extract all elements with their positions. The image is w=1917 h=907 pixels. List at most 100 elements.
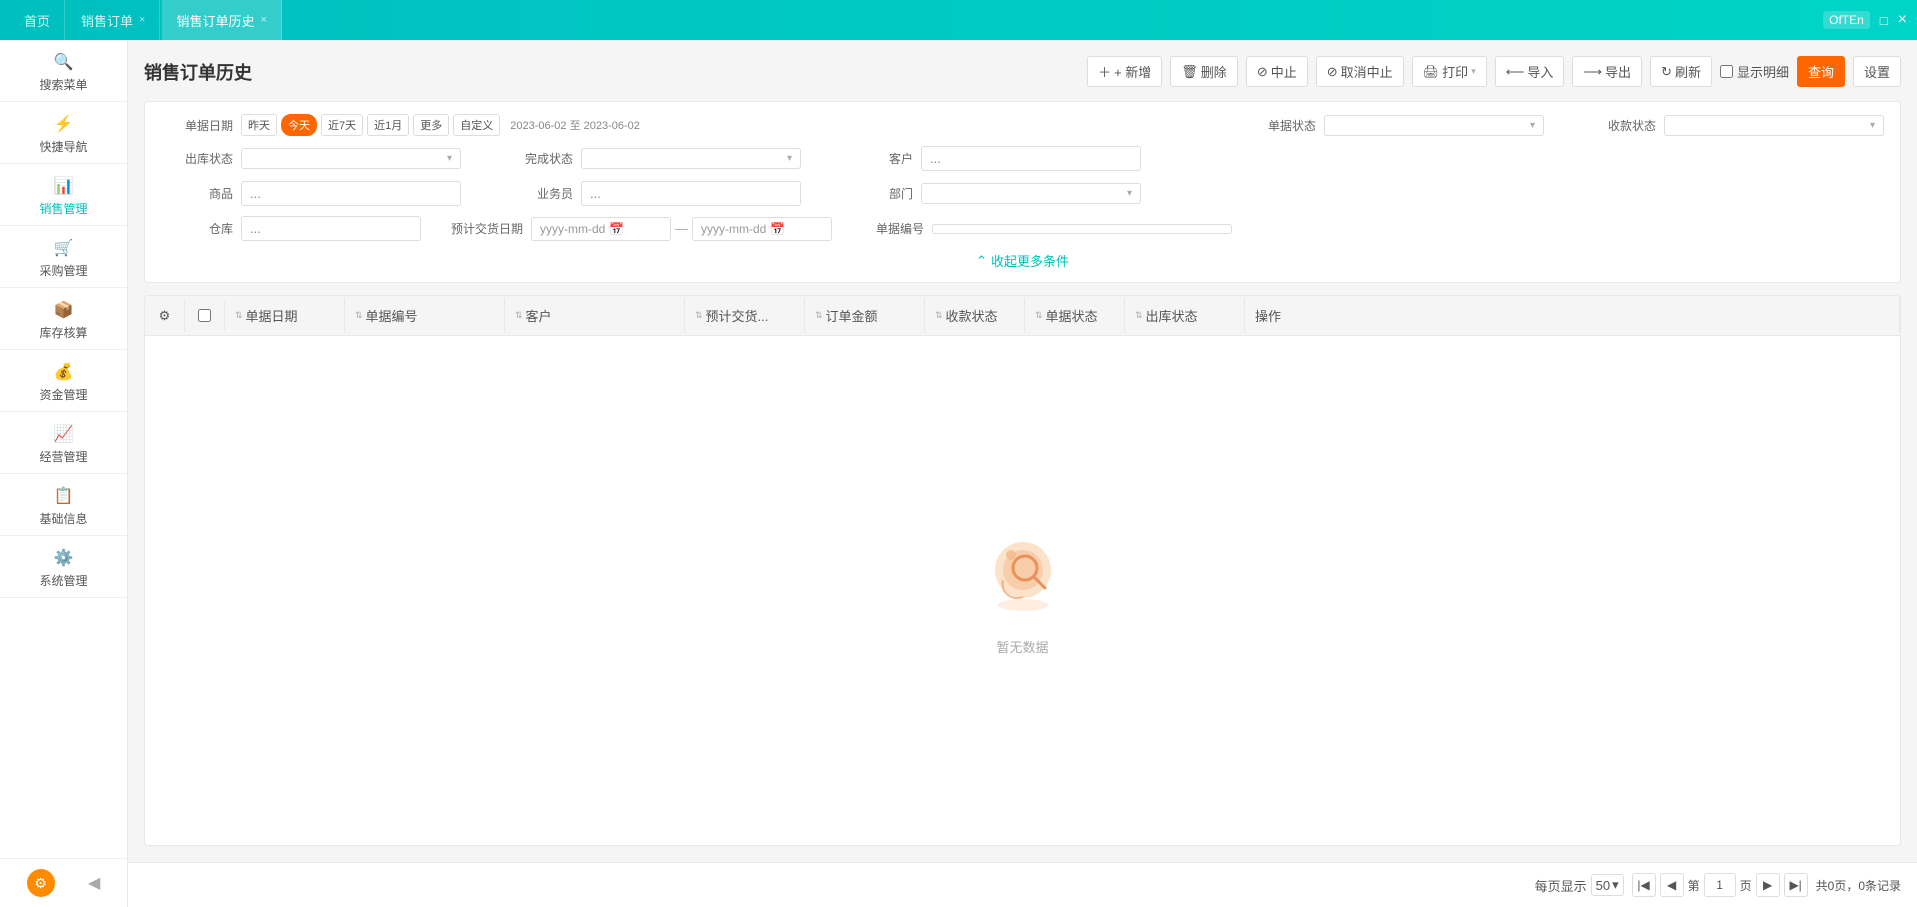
salesman-field[interactable]: ... [581,181,801,206]
date-btn-7days[interactable]: 近7天 [321,114,363,136]
th-order-status-sort[interactable]: ⇅ [1035,310,1043,321]
th-delivery: ⇅ 预计交货... [685,298,805,333]
sidebar-item-sys-mgmt[interactable]: ⚙️ 系统管理 [0,536,127,598]
th-customer: ⇅ 客户 [505,298,685,333]
delivery-date-start-text: yyyy-mm-dd [540,222,605,236]
page-input[interactable] [1704,873,1736,897]
sidebar-item-inventory[interactable]: 📦 库存核算 [0,288,127,350]
export-icon: ⟶ [1583,64,1602,80]
import-button[interactable]: ⟵ 导入 [1495,56,1565,87]
display-detail-label: 显示明细 [1737,62,1789,81]
sidebar-item-operation-mgmt[interactable]: 📈 经营管理 [0,412,127,474]
stop-button[interactable]: ⊘ 中止 [1246,56,1308,87]
settings-button[interactable]: 设置 [1853,56,1901,87]
customer-field[interactable]: ... [921,146,1141,171]
refresh-label: 刷新 [1675,62,1701,81]
collapse-bar[interactable]: ⌃ 收起更多条件 [161,251,1884,270]
tab-sales-order-close[interactable]: × [139,14,145,26]
out-status-select[interactable]: ▾ [241,148,461,169]
display-detail-checkbox[interactable] [1720,65,1733,78]
content-area: 销售订单历史 ＋ + 新增 🗑 删除 ⊘ 中止 ⊘ [128,40,1917,907]
sidebar-item-basic-info[interactable]: 📋 基础信息 [0,474,127,536]
top-bar: 首页 销售订单 × 销售订单历史 × OfTEn □ × [0,0,1917,40]
last-page-button[interactable]: ▶| [1784,873,1808,897]
tab-sales-order[interactable]: 销售订单 × [67,0,160,40]
complete-status-select[interactable]: ▾ [581,148,801,169]
sidebar-item-search-menu[interactable]: 🔍 搜索菜单 [0,40,127,102]
date-field: 昨天 今天 近7天 近1月 更多 自定义 2023-06-02 至 2023-0… [241,114,1204,136]
settings-label: 设置 [1864,62,1890,81]
per-page-section: 每页显示 50 ▾ [1535,874,1624,896]
th-amount-sort[interactable]: ⇅ [815,310,823,321]
sidebar-settings-icon[interactable]: ⚙ [27,869,55,897]
tab-sales-order-history[interactable]: 销售订单历史 × [162,0,281,40]
sidebar-item-purchase-mgmt-label: 采购管理 [39,262,87,279]
tab-sales-order-history-label: 销售订单历史 [176,11,254,30]
receipt-status-select[interactable]: ▾ [1664,115,1884,136]
new-button[interactable]: ＋ + 新增 [1087,56,1162,87]
date-btn-yesterday[interactable]: 昨天 [241,114,277,136]
th-delivery-status: ⇅ 出库状态 [1125,298,1245,333]
sys-mgmt-icon: ⚙️ [54,548,74,568]
window-close[interactable]: × [1898,11,1907,29]
sidebar-item-capital-mgmt[interactable]: 💰 资金管理 [0,350,127,412]
date-btn-today[interactable]: 今天 [281,114,317,136]
table-header: ⚙ ⇅ 单据日期 ⇅ 单据编号 ⇅ 客户 [145,296,1900,336]
cancel-stop-button[interactable]: ⊘ 取消中止 [1316,56,1404,87]
purchase-mgmt-icon: 🛒 [54,238,74,258]
delete-button[interactable]: 🗑 删除 [1170,56,1238,87]
select-all-checkbox[interactable] [198,309,211,322]
th-delivery-status-sort[interactable]: ⇅ [1135,310,1143,321]
sidebar-item-purchase-mgmt[interactable]: 🛒 采购管理 [0,226,127,288]
tab-sales-order-history-close[interactable]: × [260,14,266,26]
delivery-date-start[interactable]: yyyy-mm-dd 📅 [531,217,671,241]
next-page-button[interactable]: ▶ [1756,873,1780,897]
per-page-label: 每页显示 [1535,876,1587,895]
refresh-icon: ↻ [1661,64,1672,80]
first-page-button[interactable]: |◀ [1632,873,1656,897]
page-label: 页 [1740,877,1752,894]
th-checkbox[interactable] [185,301,225,330]
goods-field[interactable]: ... [241,181,461,206]
window-restore[interactable]: □ [1880,13,1888,28]
order-status-select[interactable]: ▾ [1324,115,1544,136]
th-delivery-sort[interactable]: ⇅ [695,310,703,321]
sidebar-item-quick-nav[interactable]: ⚡ 快捷导航 [0,102,127,164]
print-arrow: ▾ [1471,66,1476,77]
delivery-date-end[interactable]: yyyy-mm-dd 📅 [692,217,832,241]
display-detail-check[interactable]: 显示明细 [1720,62,1789,81]
per-page-arrow: ▾ [1612,877,1619,893]
th-settings[interactable]: ⚙ [145,300,185,332]
print-button[interactable]: 🖨 打印 ▾ [1412,56,1487,87]
dept-label: 部门 [841,185,921,202]
th-settings-icon: ⚙ [159,308,171,324]
th-no-sort[interactable]: ⇅ [355,310,363,321]
th-order-status-label: 单据状态 [1046,306,1098,325]
date-btn-1month[interactable]: 近1月 [367,114,409,136]
date-btn-custom[interactable]: 自定义 [453,114,500,136]
sidebar-collapse-icon[interactable]: ◀ [88,873,100,893]
query-button[interactable]: 查询 [1797,56,1845,87]
tab-home[interactable]: 首页 [10,0,65,40]
export-button[interactable]: ⟶ 导出 [1572,56,1642,87]
th-customer-sort[interactable]: ⇅ [515,310,523,321]
refresh-button[interactable]: ↻ 刷新 [1650,56,1712,87]
sidebar-item-operation-mgmt-label: 经营管理 [39,448,87,465]
per-page-select[interactable]: 50 ▾ [1591,874,1624,896]
dept-select[interactable]: ▾ [921,183,1141,204]
th-delivery-label: 预计交货... [706,306,769,325]
th-receipt-status-sort[interactable]: ⇅ [935,310,943,321]
prev-page-button[interactable]: ◀ [1660,873,1684,897]
th-date-sort[interactable]: ⇅ [235,310,243,321]
new-label: + 新增 [1114,62,1151,81]
warehouse-dots: ... [250,221,261,236]
date-btn-more[interactable]: 更多 [413,114,449,136]
sidebar-item-sales-mgmt[interactable]: 📊 销售管理 [0,164,127,226]
often-badge: OfTEn [1823,11,1870,29]
filter-row-3: 商品 ... 业务员 ... 部门 ▾ [161,181,1884,206]
sidebar-item-quick-nav-label: 快捷导航 [39,138,87,155]
order-status-label: 单据状态 [1244,117,1324,134]
operation-mgmt-icon: 📈 [54,424,74,444]
order-no-field[interactable] [932,224,1232,234]
warehouse-field[interactable]: ... [241,216,421,241]
